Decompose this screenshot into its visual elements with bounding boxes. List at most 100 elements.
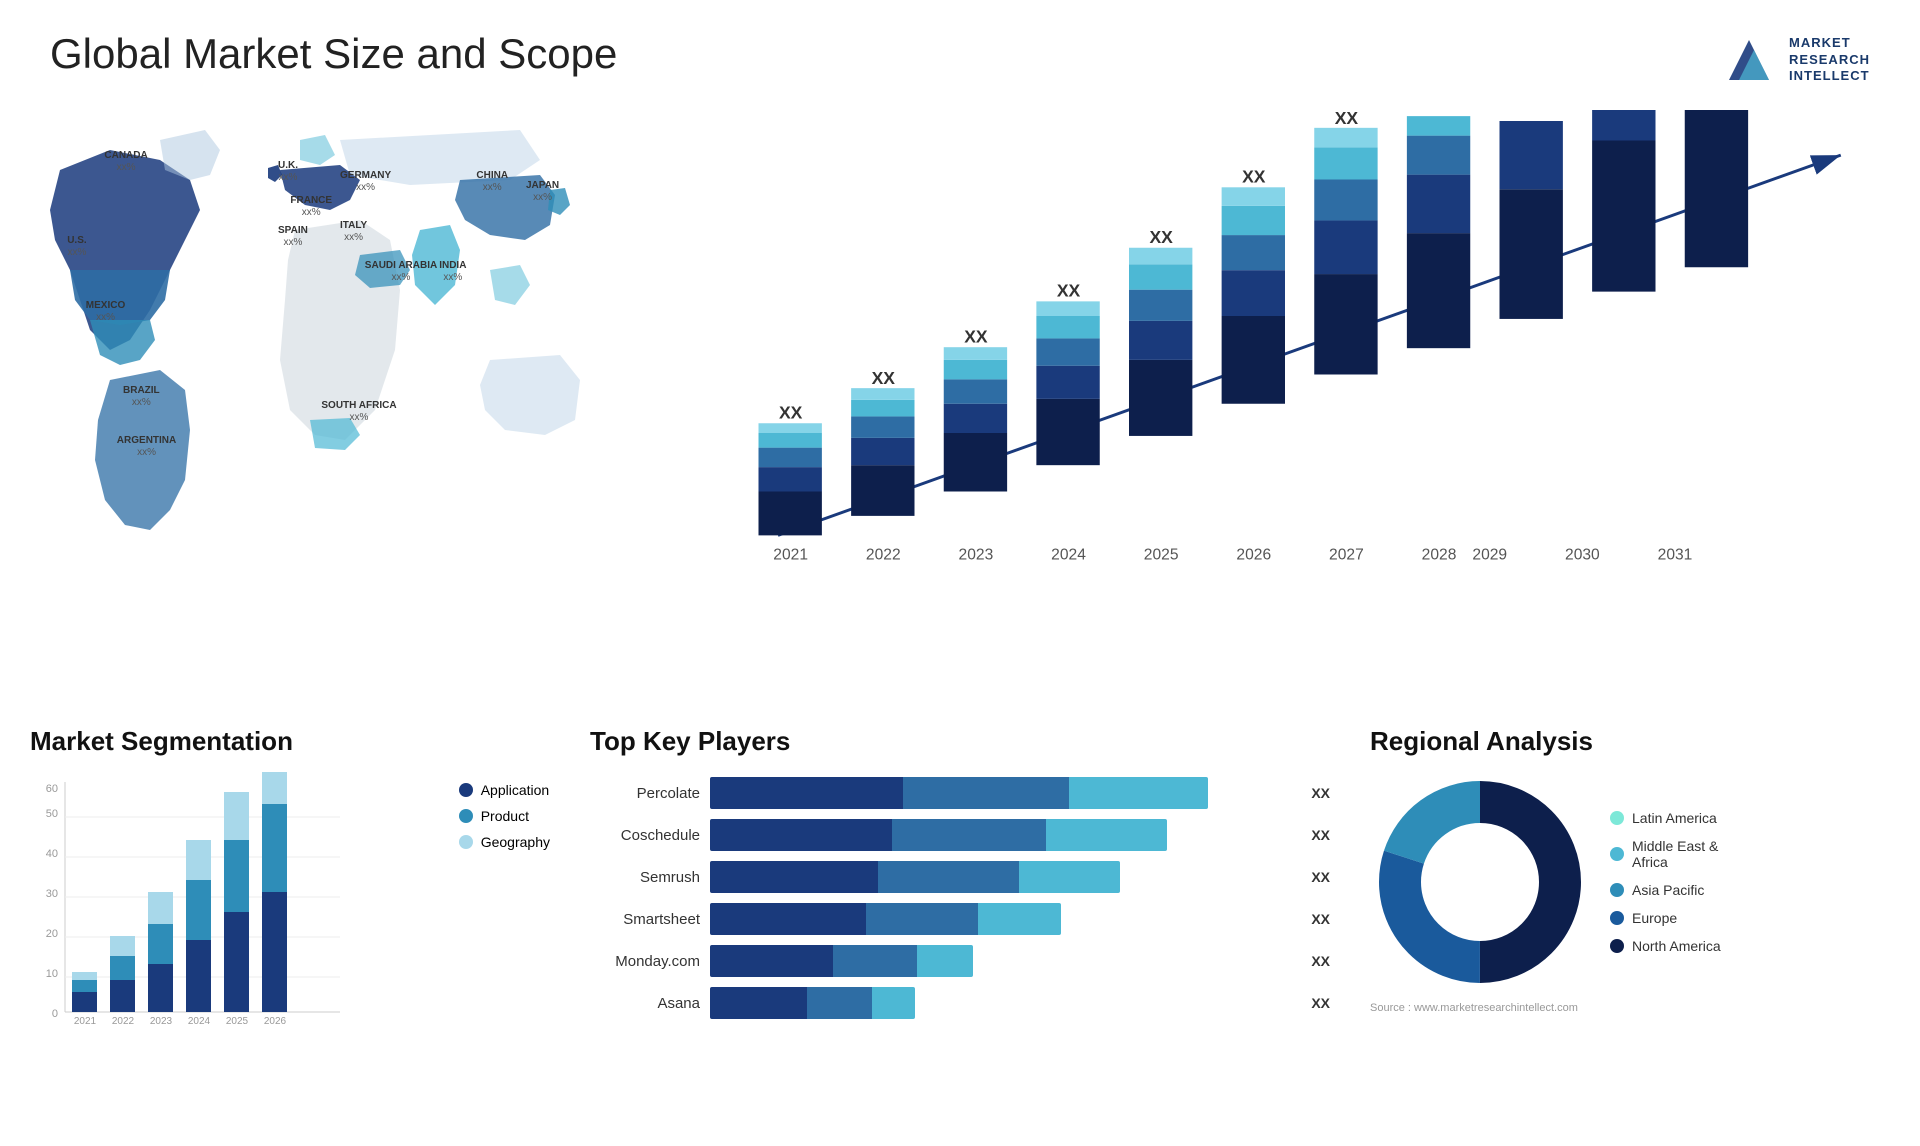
latin-america-label: Latin America [1632, 810, 1717, 826]
geography-label: Geography [481, 834, 550, 850]
svg-text:XX: XX [1335, 110, 1359, 128]
svg-text:2025: 2025 [226, 1016, 249, 1027]
bar-chart-section: XX 2021 XX 2022 XX 2023 XX 20 [680, 110, 1890, 620]
map-label-uk: U.K.xx% [278, 160, 298, 184]
kp-row-semrush: Semrush XX [590, 861, 1330, 893]
svg-text:XX: XX [1057, 281, 1081, 301]
kp-row-smartsheet: Smartsheet XX [590, 903, 1330, 935]
regional-title: Regional Analysis [1370, 726, 1890, 757]
seg-legend-geography: Geography [459, 834, 550, 850]
page-header: Global Market Size and Scope MARKET RESE… [0, 0, 1920, 110]
kp-row-percolate: Percolate XX [590, 777, 1330, 809]
svg-text:2031: 2031 [1658, 547, 1693, 564]
kp-label-coschedule: Coschedule [590, 827, 700, 844]
kp-label-asana: Asana [590, 995, 700, 1012]
seg-content: 0 10 20 30 40 50 60 [30, 772, 550, 1072]
regional-content: Latin America Middle East &Africa Asia P… [1370, 772, 1890, 992]
legend-latin-america: Latin America [1610, 810, 1721, 826]
north-america-label: North America [1632, 938, 1721, 954]
map-label-germany: GERMANYxx% [340, 170, 391, 194]
svg-text:2023: 2023 [150, 1016, 173, 1027]
map-label-china: CHINAxx% [476, 170, 508, 194]
kp-row-coschedule: Coschedule XX [590, 819, 1330, 851]
key-players-section: Top Key Players Percolate XX Coschedule [570, 726, 1350, 1126]
svg-text:XX: XX [964, 326, 988, 346]
kp-xx-asana: XX [1311, 995, 1330, 1011]
seg-legend: Application Product Geography [459, 782, 550, 850]
legend-north-america: North America [1610, 938, 1721, 954]
asia-pacific-label: Asia Pacific [1632, 882, 1704, 898]
mea-dot [1610, 847, 1624, 861]
svg-text:2027: 2027 [1329, 547, 1364, 564]
map-label-italy: ITALYxx% [340, 220, 367, 244]
seg-chart-svg: 0 10 20 30 40 50 60 [30, 772, 350, 1052]
map-container: CANADAxx% U.S.xx% MEXICOxx% BRAZILxx% AR… [30, 110, 650, 610]
svg-text:20: 20 [46, 928, 58, 940]
svg-text:60: 60 [46, 783, 58, 795]
page-title: Global Market Size and Scope [50, 30, 617, 78]
kp-xx-coschedule: XX [1311, 827, 1330, 843]
svg-text:2021: 2021 [773, 547, 808, 564]
application-dot [459, 783, 473, 797]
seg-legend-application: Application [459, 782, 550, 798]
svg-text:2026: 2026 [264, 1016, 287, 1027]
svg-text:2024: 2024 [1051, 547, 1086, 564]
europe-label: Europe [1632, 910, 1677, 926]
donut-svg [1370, 772, 1590, 992]
legend-asia-pacific: Asia Pacific [1610, 882, 1721, 898]
svg-text:2022: 2022 [112, 1016, 135, 1027]
legend-europe: Europe [1610, 910, 1721, 926]
kp-row-monday: Monday.com XX [590, 945, 1330, 977]
svg-text:2030: 2030 [1565, 547, 1600, 564]
kp-xx-monday: XX [1311, 953, 1330, 969]
svg-text:2025: 2025 [1144, 547, 1179, 564]
north-america-dot [1610, 939, 1624, 953]
asia-pacific-dot [1610, 883, 1624, 897]
kp-bar-smartsheet [710, 903, 1295, 935]
segmentation-title: Market Segmentation [30, 726, 550, 757]
kp-label-semrush: Semrush [590, 869, 700, 886]
map-label-brazil: BRAZILxx% [123, 385, 160, 409]
kp-xx-smartsheet: XX [1311, 911, 1330, 927]
svg-text:50: 50 [46, 808, 58, 820]
bar-chart-svg: XX 2021 XX 2022 XX 2023 XX 20 [700, 110, 1870, 600]
kp-label-percolate: Percolate [590, 785, 700, 802]
svg-text:XX: XX [872, 368, 896, 388]
seg-legend-product: Product [459, 808, 550, 824]
geography-dot [459, 835, 473, 849]
svg-text:2029: 2029 [1472, 547, 1507, 564]
key-players-title: Top Key Players [590, 726, 1330, 757]
map-label-southafrica: SOUTH AFRICAxx% [321, 400, 396, 424]
svg-text:0: 0 [52, 1008, 58, 1020]
seg-chart: 0 10 20 30 40 50 60 [30, 772, 444, 1072]
regional-legend: Latin America Middle East &Africa Asia P… [1610, 810, 1721, 954]
kp-xx-percolate: XX [1311, 785, 1330, 801]
svg-text:2021: 2021 [74, 1016, 97, 1027]
kp-bar-semrush [710, 861, 1295, 893]
latin-america-dot [1610, 811, 1624, 825]
kp-bar-coschedule [710, 819, 1295, 851]
map-label-spain: SPAINxx% [278, 225, 308, 249]
donut-chart [1370, 772, 1590, 992]
svg-text:2022: 2022 [866, 547, 901, 564]
map-section: CANADAxx% U.S.xx% MEXICOxx% BRAZILxx% AR… [30, 110, 650, 620]
source-text: Source : www.marketresearchintellect.com [1370, 1002, 1890, 1014]
svg-text:2028: 2028 [1422, 547, 1457, 564]
map-label-us: U.S.xx% [67, 235, 86, 259]
map-labels: CANADAxx% U.S.xx% MEXICOxx% BRAZILxx% AR… [30, 110, 650, 610]
bottom-row: Market Segmentation 0 10 20 30 40 50 60 [0, 726, 1920, 1146]
logo-text: MARKET RESEARCH INTELLECT [1789, 35, 1870, 86]
logo-icon [1719, 30, 1779, 90]
map-label-japan: JAPANxx% [526, 180, 559, 204]
kp-bar-percolate [710, 777, 1295, 809]
svg-text:XX: XX [1149, 227, 1173, 247]
logo-area: MARKET RESEARCH INTELLECT [1719, 30, 1870, 90]
svg-text:2026: 2026 [1236, 547, 1271, 564]
svg-text:XX: XX [779, 402, 803, 422]
product-label: Product [481, 808, 529, 824]
segmentation-section: Market Segmentation 0 10 20 30 40 50 60 [30, 726, 550, 1126]
map-label-argentina: ARGENTINAxx% [117, 435, 176, 459]
map-label-canada: CANADAxx% [104, 150, 147, 174]
mea-label: Middle East &Africa [1632, 838, 1718, 870]
top-row: CANADAxx% U.S.xx% MEXICOxx% BRAZILxx% AR… [0, 110, 1920, 620]
